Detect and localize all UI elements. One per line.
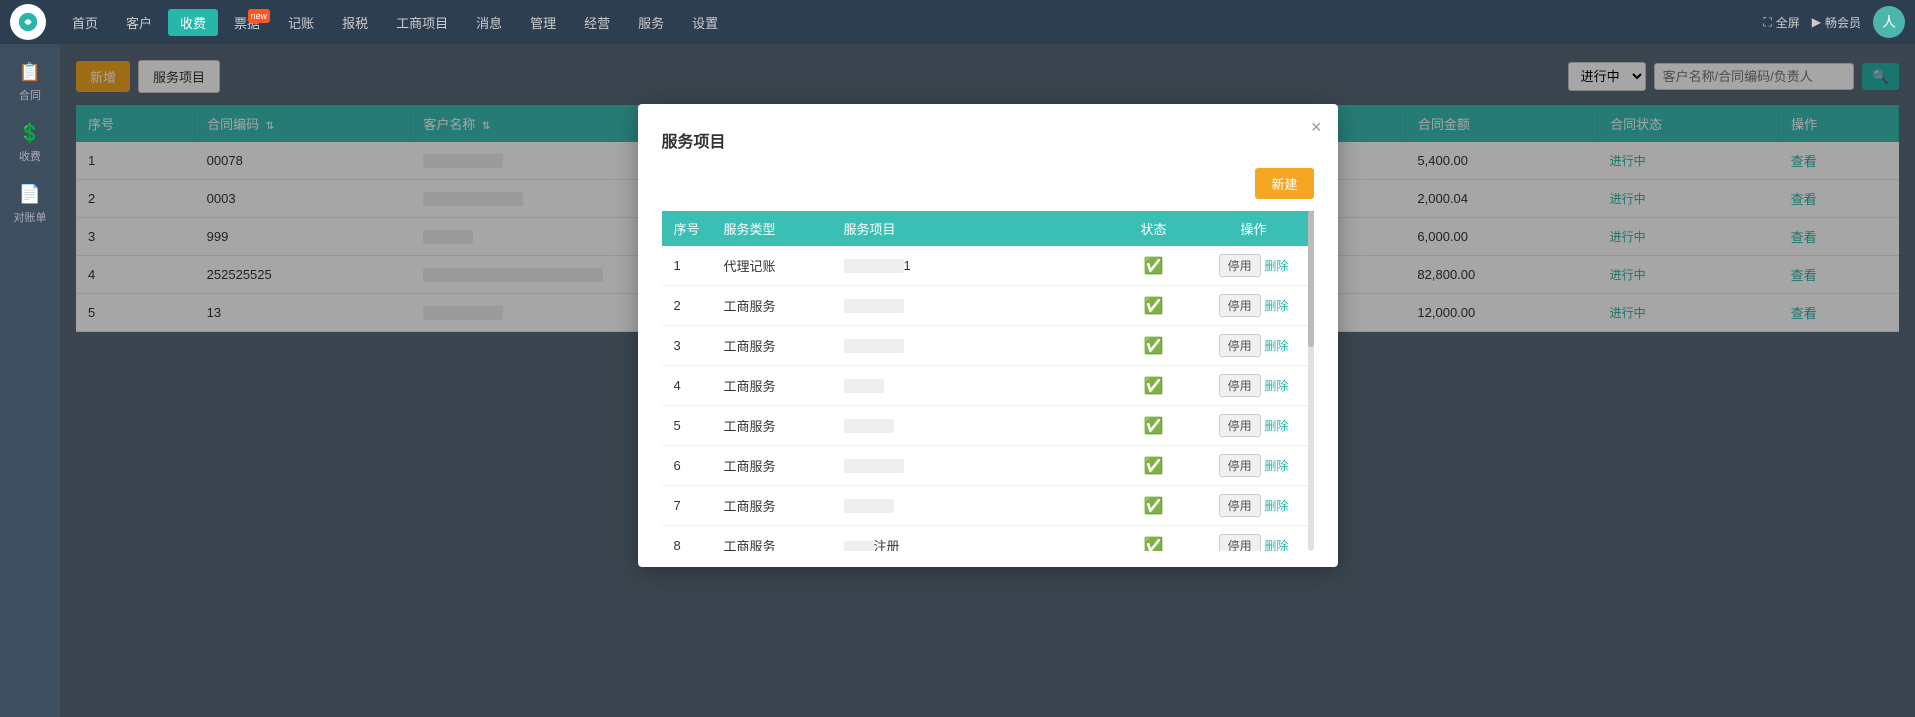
stop-button[interactable]: 停用 (1219, 494, 1261, 517)
stop-button[interactable]: 停用 (1219, 534, 1261, 551)
logo (10, 4, 46, 40)
modal-col-action: 操作 (1194, 211, 1314, 246)
close-button[interactable]: × (1311, 118, 1322, 136)
modal-row: 4 工商服务 ✅ 停用 删除 (662, 366, 1314, 406)
active-icon: ✅ (1144, 418, 1164, 435)
statement-icon: 📄 (19, 184, 41, 205)
modal-row: 1 代理记账 1 ✅ 停用 删除 (662, 246, 1314, 286)
fullscreen-button[interactable]: ⛶ 全屏 (1763, 14, 1799, 31)
delete-button[interactable]: 删除 (1264, 377, 1288, 394)
member-button[interactable]: ▶ 畅会员 (1812, 14, 1861, 31)
service-items-table: 序号 服务类型 服务项目 状态 操作 1 代理记账 1 ✅ (662, 211, 1314, 551)
sidebar-item-fee[interactable]: 💲 收费 (4, 115, 56, 172)
sidebar-label-contract: 合同 (19, 87, 41, 103)
delete-button[interactable]: 删除 (1264, 497, 1288, 514)
scroll-thumb[interactable] (1308, 211, 1314, 347)
top-navigation: 首页 客户 收费 票据 new 记账 报税 工商项目 消息 管理 经营 服务 设… (0, 0, 1915, 44)
stop-button[interactable]: 停用 (1219, 254, 1261, 277)
active-icon: ✅ (1144, 338, 1164, 355)
modal-row: 7 工商服务 ✅ 停用 删除 (662, 486, 1314, 526)
active-icon: ✅ (1144, 458, 1164, 475)
delete-button[interactable]: 删除 (1264, 297, 1288, 314)
fullscreen-icon: ⛶ (1763, 15, 1771, 30)
sidebar-label-statement: 对账单 (14, 209, 47, 225)
modal-scroll-area[interactable]: 序号 服务类型 服务项目 状态 操作 1 代理记账 1 ✅ (662, 211, 1314, 551)
nav-home[interactable]: 首页 (60, 9, 110, 36)
active-icon: ✅ (1144, 378, 1164, 395)
modal-col-type: 服务类型 (712, 211, 832, 246)
modal-new-button[interactable]: 新建 (1255, 168, 1313, 199)
nav-bookkeeping[interactable]: 记账 (276, 9, 326, 36)
new-badge: new (248, 9, 271, 23)
service-modal: 服务项目 × 新建 序号 服务类型 服务项目 状态 操作 (638, 104, 1338, 567)
modal-row: 6 工商服务 ✅ 停用 删除 (662, 446, 1314, 486)
delete-button[interactable]: 删除 (1264, 417, 1288, 434)
delete-button[interactable]: 删除 (1264, 537, 1288, 551)
nav-items: 首页 客户 收费 票据 new 记账 报税 工商项目 消息 管理 经营 服务 设… (60, 9, 1763, 36)
modal-row: 8 工商服务 注册 ✅ 停用 删除 (662, 526, 1314, 552)
sidebar-item-statement[interactable]: 📄 对账单 (4, 176, 56, 233)
right-actions: ⛶ 全屏 ▶ 畅会员 人 (1763, 6, 1905, 38)
fee-icon: 💲 (19, 123, 41, 144)
modal-overlay: 服务项目 × 新建 序号 服务类型 服务项目 状态 操作 (60, 44, 1915, 717)
active-icon: ✅ (1144, 258, 1164, 275)
delete-button[interactable]: 删除 (1264, 457, 1288, 474)
modal-row: 2 工商服务 ✅ 停用 删除 (662, 286, 1314, 326)
stop-button[interactable]: 停用 (1219, 334, 1261, 357)
nav-commerce[interactable]: 工商项目 (384, 9, 460, 36)
modal-col-item: 服务项目 (832, 211, 1114, 246)
nav-manage[interactable]: 管理 (518, 9, 568, 36)
modal-col-no: 序号 (662, 211, 712, 246)
active-icon: ✅ (1144, 298, 1164, 315)
delete-button[interactable]: 删除 (1264, 337, 1288, 354)
stop-button[interactable]: 停用 (1219, 414, 1261, 437)
sidebar-item-contract[interactable]: 📋 合同 (4, 54, 56, 111)
active-icon: ✅ (1144, 498, 1164, 515)
scrollbar[interactable] (1308, 211, 1314, 551)
delete-button[interactable]: 删除 (1264, 257, 1288, 274)
contract-icon: 📋 (19, 62, 41, 83)
stop-button[interactable]: 停用 (1219, 294, 1261, 317)
sidebar: 📋 合同 💲 收费 📄 对账单 (0, 44, 60, 717)
stop-button[interactable]: 停用 (1219, 374, 1261, 397)
modal-row: 3 工商服务 ✅ 停用 删除 (662, 326, 1314, 366)
main-content: 新增 服务项目 进行中 已完成 已终止 🔍 序号 合同编码 ⇅ 客户名称 ⇅ 服… (60, 44, 1915, 717)
nav-fee[interactable]: 收费 (168, 9, 218, 36)
member-icon: ▶ (1812, 15, 1821, 29)
modal-toolbar: 新建 (662, 168, 1314, 199)
nav-invoice[interactable]: 票据 new (222, 9, 272, 36)
sidebar-label-fee: 收费 (19, 148, 41, 164)
nav-tax[interactable]: 报税 (330, 9, 380, 36)
nav-client[interactable]: 客户 (114, 9, 164, 36)
avatar[interactable]: 人 (1873, 6, 1905, 38)
modal-title: 服务项目 (662, 128, 1314, 152)
stop-button[interactable]: 停用 (1219, 454, 1261, 477)
modal-col-status: 状态 (1114, 211, 1194, 246)
modal-row: 5 工商服务 ✅ 停用 删除 (662, 406, 1314, 446)
nav-business[interactable]: 经营 (572, 9, 622, 36)
nav-settings[interactable]: 设置 (680, 9, 730, 36)
nav-message[interactable]: 消息 (464, 9, 514, 36)
nav-service[interactable]: 服务 (626, 9, 676, 36)
active-icon: ✅ (1144, 538, 1164, 552)
